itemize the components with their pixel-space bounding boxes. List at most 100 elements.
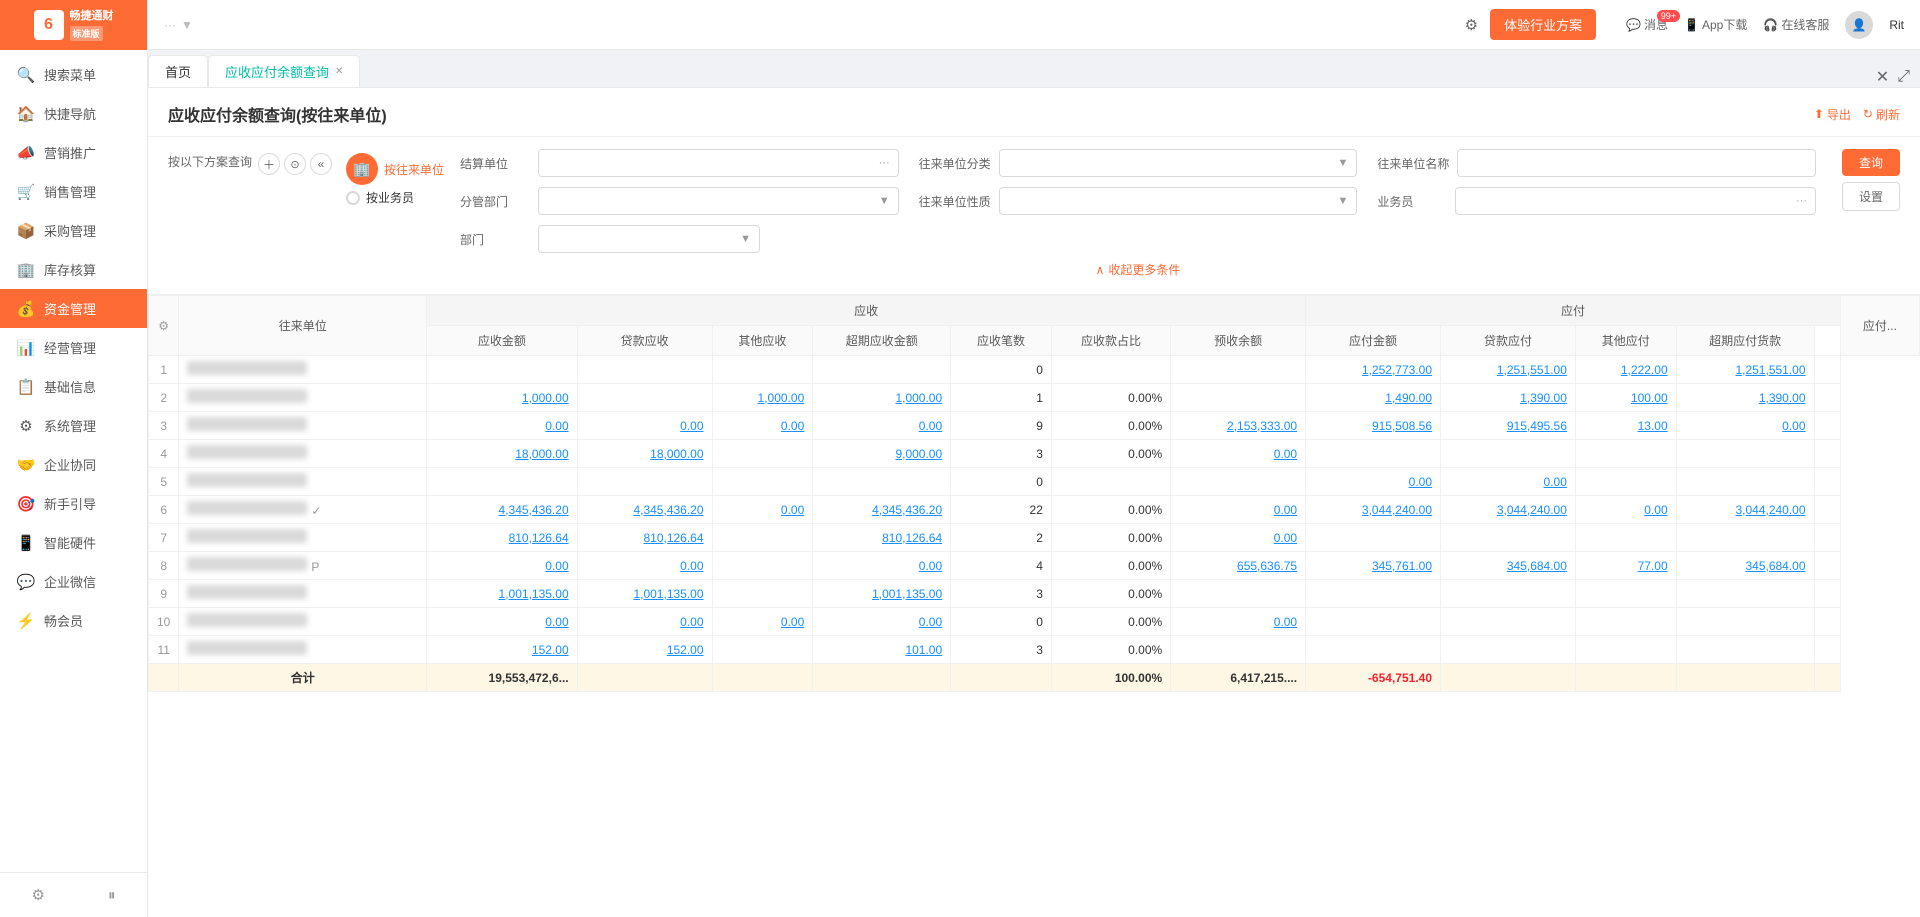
amount-link[interactable]: 1,001,135.00: [633, 587, 703, 601]
amount-link[interactable]: 655,636.75: [1237, 559, 1297, 573]
amount-link[interactable]: 1,001,135.00: [499, 587, 569, 601]
sidebar-item-member[interactable]: ⚡ 畅会员: [0, 601, 147, 640]
solution-button[interactable]: 体验行业方案: [1490, 9, 1596, 40]
online-service-button[interactable]: 🎧 在线客服: [1763, 16, 1829, 33]
amount-link[interactable]: 3,044,240.00: [1497, 503, 1567, 517]
amount-link[interactable]: 0.00: [680, 419, 703, 433]
amount-link[interactable]: 1,251,551.00: [1735, 363, 1805, 377]
sidebar-item-finance[interactable]: 💰 资金管理: [0, 289, 147, 328]
message-button[interactable]: 💬 消息 99+: [1626, 16, 1668, 33]
sidebar-item-hardware[interactable]: 📱 智能硬件: [0, 523, 147, 562]
amount-link[interactable]: 1,251,551.00: [1497, 363, 1567, 377]
settings-icon[interactable]: ⚙: [1465, 16, 1478, 34]
tab-ar-query[interactable]: 应收应付余额查询 ✕: [208, 55, 360, 87]
amount-link[interactable]: 810,126.64: [643, 531, 703, 545]
amount-link[interactable]: 810,126.64: [882, 531, 942, 545]
sidebar-item-marketing[interactable]: 📣 营销推广: [0, 133, 147, 172]
amount-link[interactable]: 1,390.00: [1520, 391, 1567, 405]
export-button[interactable]: ⬆ 导出: [1814, 106, 1851, 123]
scheme-radio-partner[interactable]: 🏢 按往来单位: [346, 153, 444, 185]
amount-link[interactable]: 0.00: [1274, 447, 1297, 461]
amount-link[interactable]: 1,000.00: [895, 391, 942, 405]
amount-link[interactable]: 915,508.56: [1372, 419, 1432, 433]
amount-link[interactable]: 4,345,436.20: [499, 503, 569, 517]
amount-link[interactable]: 1,490.00: [1385, 391, 1432, 405]
amount-link[interactable]: 1,390.00: [1759, 391, 1806, 405]
amount-link[interactable]: 18,000.00: [650, 447, 703, 461]
sidebar-item-sales[interactable]: 🛒 销售管理: [0, 172, 147, 211]
amount-link[interactable]: 345,684.00: [1745, 559, 1805, 573]
amount-link[interactable]: 152.00: [667, 643, 704, 657]
amount-link[interactable]: 0.00: [1274, 615, 1297, 629]
amount-link[interactable]: 9,000.00: [895, 447, 942, 461]
tab-maximize-icon[interactable]: ⤢: [1897, 68, 1910, 86]
set-button[interactable]: 设置: [1842, 182, 1900, 211]
fenguan-input[interactable]: ▼: [538, 187, 899, 215]
amount-link[interactable]: 1,001,135.00: [872, 587, 942, 601]
sidebar-item-collab[interactable]: 🤝 企业协同: [0, 445, 147, 484]
amount-link[interactable]: 2,153,333.00: [1227, 419, 1297, 433]
amount-link[interactable]: 1,000.00: [522, 391, 569, 405]
dept-input[interactable]: ▼: [538, 225, 760, 253]
sidebar-item-operations[interactable]: 📊 经营管理: [0, 328, 147, 367]
tab-close-icon[interactable]: ✕: [335, 66, 343, 77]
amount-link[interactable]: 0.00: [680, 615, 703, 629]
amount-link[interactable]: 152.00: [532, 643, 569, 657]
sidebar-item-purchase[interactable]: 📦 采购管理: [0, 211, 147, 250]
amount-link[interactable]: 0.00: [680, 559, 703, 573]
amount-link[interactable]: 0.00: [781, 615, 804, 629]
amount-link[interactable]: 0.00: [1274, 503, 1297, 517]
amount-link[interactable]: 0.00: [545, 559, 568, 573]
th-gear[interactable]: ⚙: [149, 296, 179, 356]
sidebar-settings-btn[interactable]: ⚙: [27, 881, 50, 909]
sidebar-item-wechat[interactable]: 💬 企业微信: [0, 562, 147, 601]
query-button[interactable]: 查询: [1842, 149, 1900, 176]
jiesuan-input[interactable]: ···: [538, 149, 899, 177]
laiwan-nature-input[interactable]: ▼: [999, 187, 1358, 215]
amount-link[interactable]: 1,252,773.00: [1362, 363, 1432, 377]
amount-link[interactable]: 3,044,240.00: [1362, 503, 1432, 517]
amount-link[interactable]: 0.00: [781, 419, 804, 433]
amount-link[interactable]: 345,684.00: [1507, 559, 1567, 573]
tab-home[interactable]: 首页: [148, 55, 208, 87]
sidebar-item-guide[interactable]: 🎯 新手引导: [0, 484, 147, 523]
amount-link[interactable]: 0.00: [781, 503, 804, 517]
sidebar-item-quicknav[interactable]: 🏠 快捷导航: [0, 94, 147, 133]
amount-link[interactable]: 4,345,436.20: [633, 503, 703, 517]
amount-link[interactable]: 77.00: [1638, 559, 1668, 573]
amount-link[interactable]: 0.00: [919, 559, 942, 573]
amount-link[interactable]: 345,761.00: [1372, 559, 1432, 573]
amount-link[interactable]: 0.00: [1782, 419, 1805, 433]
amount-link[interactable]: 4,345,436.20: [872, 503, 942, 517]
username-label[interactable]: Rit: [1889, 18, 1904, 32]
sidebar-item-system[interactable]: ⚙ 系统管理: [0, 406, 147, 445]
amount-link[interactable]: 0.00: [1274, 531, 1297, 545]
amount-link[interactable]: 1,222.00: [1621, 363, 1668, 377]
amount-link[interactable]: 0.00: [1409, 475, 1432, 489]
app-download-button[interactable]: 📱 App下载: [1684, 16, 1747, 33]
amount-link[interactable]: 0.00: [919, 615, 942, 629]
amount-link[interactable]: 13.00: [1638, 419, 1668, 433]
amount-link[interactable]: 18,000.00: [515, 447, 568, 461]
amount-link[interactable]: 3,044,240.00: [1735, 503, 1805, 517]
collapse-button[interactable]: ∧ 收起更多条件: [460, 257, 1816, 282]
laiwan-name-input[interactable]: [1457, 149, 1816, 177]
amount-link[interactable]: 1,000.00: [758, 391, 805, 405]
sidebar-collapse-btn[interactable]: ⏸: [103, 882, 121, 909]
table-settings-icon[interactable]: ⚙: [158, 319, 169, 333]
amount-link[interactable]: 101.00: [905, 643, 942, 657]
amount-link[interactable]: 0.00: [1644, 503, 1667, 517]
laiwan-classify-input[interactable]: ▼: [999, 149, 1358, 177]
scheme-add-btn[interactable]: ＋: [258, 153, 280, 175]
amount-link[interactable]: 100.00: [1631, 391, 1668, 405]
amount-link[interactable]: 0.00: [545, 419, 568, 433]
salesperson-input[interactable]: ···: [1455, 187, 1816, 215]
sidebar-item-basic[interactable]: 📋 基础信息: [0, 367, 147, 406]
scheme-back-btn[interactable]: «: [310, 153, 332, 175]
tab-close-window-icon[interactable]: ✕: [1876, 67, 1889, 87]
scheme-radio-salesperson[interactable]: 按业务员: [346, 189, 444, 206]
scheme-edit-btn[interactable]: ⊙: [284, 153, 306, 175]
refresh-button[interactable]: ↻ 刷新: [1863, 106, 1900, 123]
table-area[interactable]: ⚙ 往来单位 应收 应付 应付... 应收金额 贷款应收 其他应收 超期应收金额…: [148, 295, 1920, 917]
amount-link[interactable]: 0.00: [1544, 475, 1567, 489]
